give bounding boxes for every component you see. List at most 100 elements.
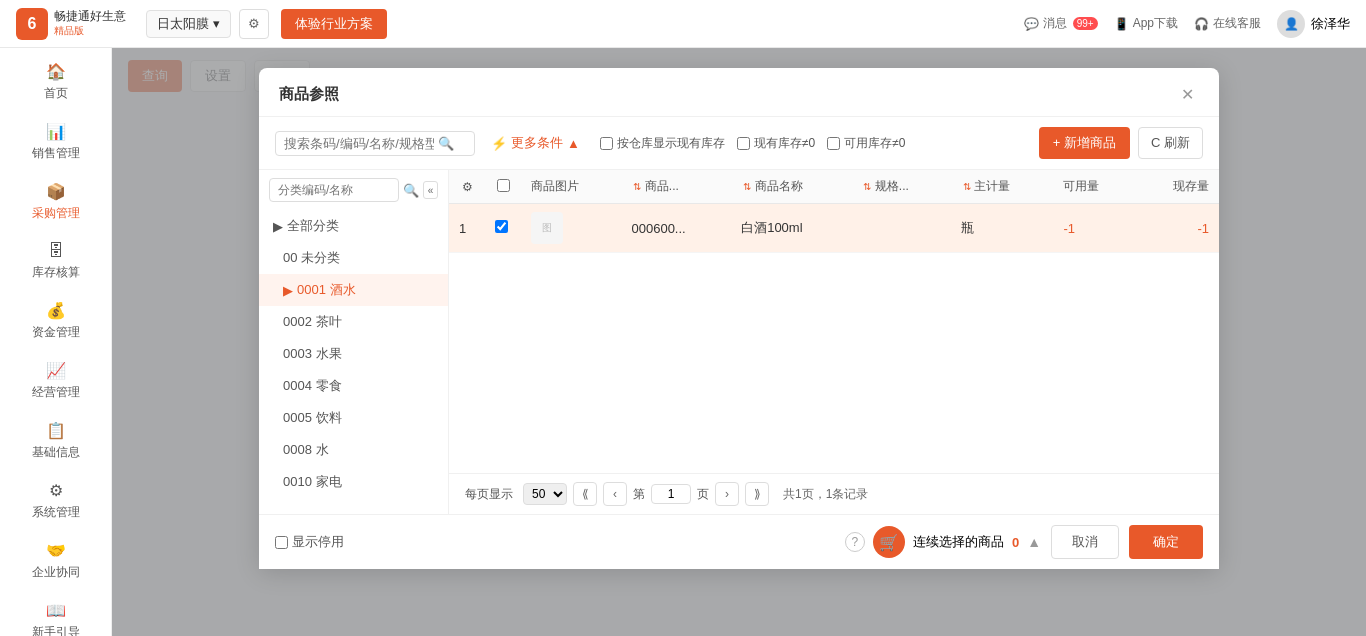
- more-filter-button[interactable]: ⚡ 更多条件 ▲: [483, 130, 588, 156]
- search-icon: 🔍: [438, 136, 454, 151]
- th-product-name[interactable]: ⇅ 商品名称: [731, 170, 851, 204]
- category-item-all[interactable]: ▶ 全部分类: [259, 210, 448, 242]
- th-settings[interactable]: ⚙: [449, 170, 485, 204]
- select-all-checkbox[interactable]: [497, 179, 510, 192]
- collab-icon: 🤝: [46, 541, 66, 560]
- category-item-tea[interactable]: 0002 茶叶: [259, 306, 448, 338]
- online-service-button[interactable]: 🎧 在线客服: [1194, 15, 1261, 32]
- show-disabled-checkbox[interactable]: 显示停用: [275, 533, 344, 551]
- filter-available-checkbox[interactable]: [827, 137, 840, 150]
- sidebar-item-home[interactable]: 🏠 首页: [0, 52, 111, 112]
- messages-badge: 99+: [1073, 17, 1098, 30]
- mobile-icon: 📱: [1114, 17, 1129, 31]
- filter-current-checkbox[interactable]: [737, 137, 750, 150]
- filter-nonzero-available[interactable]: 可用库存≠0: [827, 135, 905, 152]
- confirm-button[interactable]: 确定: [1129, 525, 1203, 559]
- sidebar-system-label: 系统管理: [32, 504, 80, 521]
- row-spec: [851, 204, 951, 253]
- sidebar-item-collab[interactable]: 🤝 企业协同: [0, 531, 111, 591]
- th-unit-label: 主计量: [974, 179, 1010, 193]
- home-icon: 🏠: [46, 62, 66, 81]
- filter-warehouse-checkbox[interactable]: [600, 137, 613, 150]
- top-header: 6 畅捷通好生意 精品版 日太阳膜 ▾ ⚙ 体验行业方案 💬 消息 99+ 📱 …: [0, 0, 1366, 48]
- help-icon-button[interactable]: ?: [845, 532, 865, 552]
- modal-close-button[interactable]: ✕: [1175, 82, 1199, 106]
- first-page-button[interactable]: ⟪: [573, 482, 597, 506]
- th-spec[interactable]: ⇅ 规格...: [851, 170, 951, 204]
- header-right: 💬 消息 99+ 📱 App下载 🎧 在线客服 👤 徐泽华: [1024, 10, 1350, 38]
- sidebar-item-guide[interactable]: 📖 新手引导: [0, 591, 111, 636]
- logo-text-block: 畅捷通好生意 精品版: [54, 9, 126, 39]
- last-page-button[interactable]: ⟫: [745, 482, 769, 506]
- row-checkbox-cell[interactable]: [485, 204, 521, 253]
- category-item-water[interactable]: 0008 水: [259, 434, 448, 466]
- sort-icon-unit: ⇅: [963, 181, 971, 192]
- app-download-button[interactable]: 📱 App下载: [1114, 15, 1178, 32]
- category-item-drink[interactable]: 0005 饮料: [259, 402, 448, 434]
- cart-icon[interactable]: 🛒: [873, 526, 905, 558]
- sidebar-item-basic-info[interactable]: 📋 基础信息: [0, 411, 111, 471]
- refresh-button[interactable]: C 刷新: [1138, 127, 1203, 159]
- sidebar-item-inventory[interactable]: 🗄 库存核算: [0, 232, 111, 291]
- cart-area: ? 🛒 连续选择的商品 0 ▲: [845, 526, 1041, 558]
- sidebar-inventory-label: 库存核算: [32, 264, 80, 281]
- product-search-input[interactable]: [284, 136, 434, 151]
- sidebar-item-finance[interactable]: 💰 资金管理: [0, 291, 111, 351]
- category-item-liquor[interactable]: ▶ 0001 酒水: [259, 274, 448, 306]
- category-tea-label: 0002 茶叶: [283, 313, 342, 331]
- sidebar-item-system[interactable]: ⚙ 系统管理: [0, 471, 111, 531]
- table-row[interactable]: 1 图 000600... 白酒100ml: [449, 204, 1219, 253]
- user-area[interactable]: 👤 徐泽华: [1277, 10, 1350, 38]
- th-checkbox[interactable]: [485, 170, 521, 204]
- prev-page-button[interactable]: ‹: [603, 482, 627, 506]
- row-checkbox[interactable]: [495, 220, 508, 233]
- per-page-select[interactable]: 50: [523, 483, 567, 505]
- category-fruit-label: 0003 水果: [283, 345, 342, 363]
- messages-button[interactable]: 💬 消息 99+: [1024, 15, 1098, 32]
- show-disabled-input[interactable]: [275, 536, 288, 549]
- sales-icon: 📊: [46, 122, 66, 141]
- chevron-up-icon[interactable]: ▲: [1027, 534, 1041, 550]
- messages-label: 消息: [1043, 15, 1067, 32]
- category-item-appliance[interactable]: 0010 家电: [259, 466, 448, 498]
- filter-current-label: 现有库存≠0: [754, 135, 815, 152]
- finance-icon: 💰: [46, 301, 66, 320]
- category-search-area: 🔍 «: [259, 178, 448, 210]
- sidebar-item-sales[interactable]: 📊 销售管理: [0, 112, 111, 172]
- th-unit[interactable]: ⇅ 主计量: [951, 170, 1053, 204]
- category-search-input[interactable]: [269, 178, 399, 202]
- page-total: 共1页，1条记录: [783, 486, 868, 503]
- filter-nonzero-current[interactable]: 现有库存≠0: [737, 135, 815, 152]
- add-product-button[interactable]: + 新增商品: [1039, 127, 1130, 159]
- sidebar-item-purchase[interactable]: 📦 采购管理: [0, 172, 111, 232]
- category-collapse-button[interactable]: «: [423, 181, 438, 199]
- category-water-label: 0008 水: [283, 441, 329, 459]
- category-item-snack[interactable]: 0004 零食: [259, 370, 448, 402]
- modal-header: 商品参照 ✕: [259, 68, 1219, 117]
- th-image-label: 商品图片: [531, 179, 579, 193]
- page-text-2: 页: [697, 486, 709, 503]
- trial-button[interactable]: 体验行业方案: [281, 9, 387, 39]
- product-search-wrap[interactable]: 🔍: [275, 131, 475, 156]
- filter-by-warehouse[interactable]: 按仓库显示现有库存: [600, 135, 725, 152]
- category-item-unclassified[interactable]: 00 未分类: [259, 242, 448, 274]
- page-number-input[interactable]: [651, 484, 691, 504]
- sidebar-purchase-label: 采购管理: [32, 205, 80, 222]
- category-appliance-label: 0010 家电: [283, 473, 342, 491]
- category-unclassified-label: 00 未分类: [283, 249, 340, 267]
- online-service-label: 在线客服: [1213, 15, 1261, 32]
- next-page-button[interactable]: ›: [715, 482, 739, 506]
- th-product-code[interactable]: ⇅ 商品...: [621, 170, 731, 204]
- category-item-fruit[interactable]: 0003 水果: [259, 338, 448, 370]
- operation-icon: 📈: [46, 361, 66, 380]
- settings-button[interactable]: ⚙: [239, 9, 269, 39]
- category-list: ▶ 全部分类 00 未分类 ▶ 0001 酒水 0002 茶: [259, 210, 448, 506]
- sidebar-operation-label: 经营管理: [32, 384, 80, 401]
- continuous-select-label: 连续选择的商品: [913, 533, 1004, 551]
- cancel-button[interactable]: 取消: [1051, 525, 1119, 559]
- data-table: ⚙ 商品图片 ⇅ 商品...: [449, 170, 1219, 473]
- sidebar-sales-label: 销售管理: [32, 145, 80, 162]
- category-panel: 🔍 « ▶ 全部分类 00 未分类 ▶: [259, 170, 449, 514]
- store-selector[interactable]: 日太阳膜 ▾: [146, 10, 231, 38]
- sidebar-item-operation[interactable]: 📈 经营管理: [0, 351, 111, 411]
